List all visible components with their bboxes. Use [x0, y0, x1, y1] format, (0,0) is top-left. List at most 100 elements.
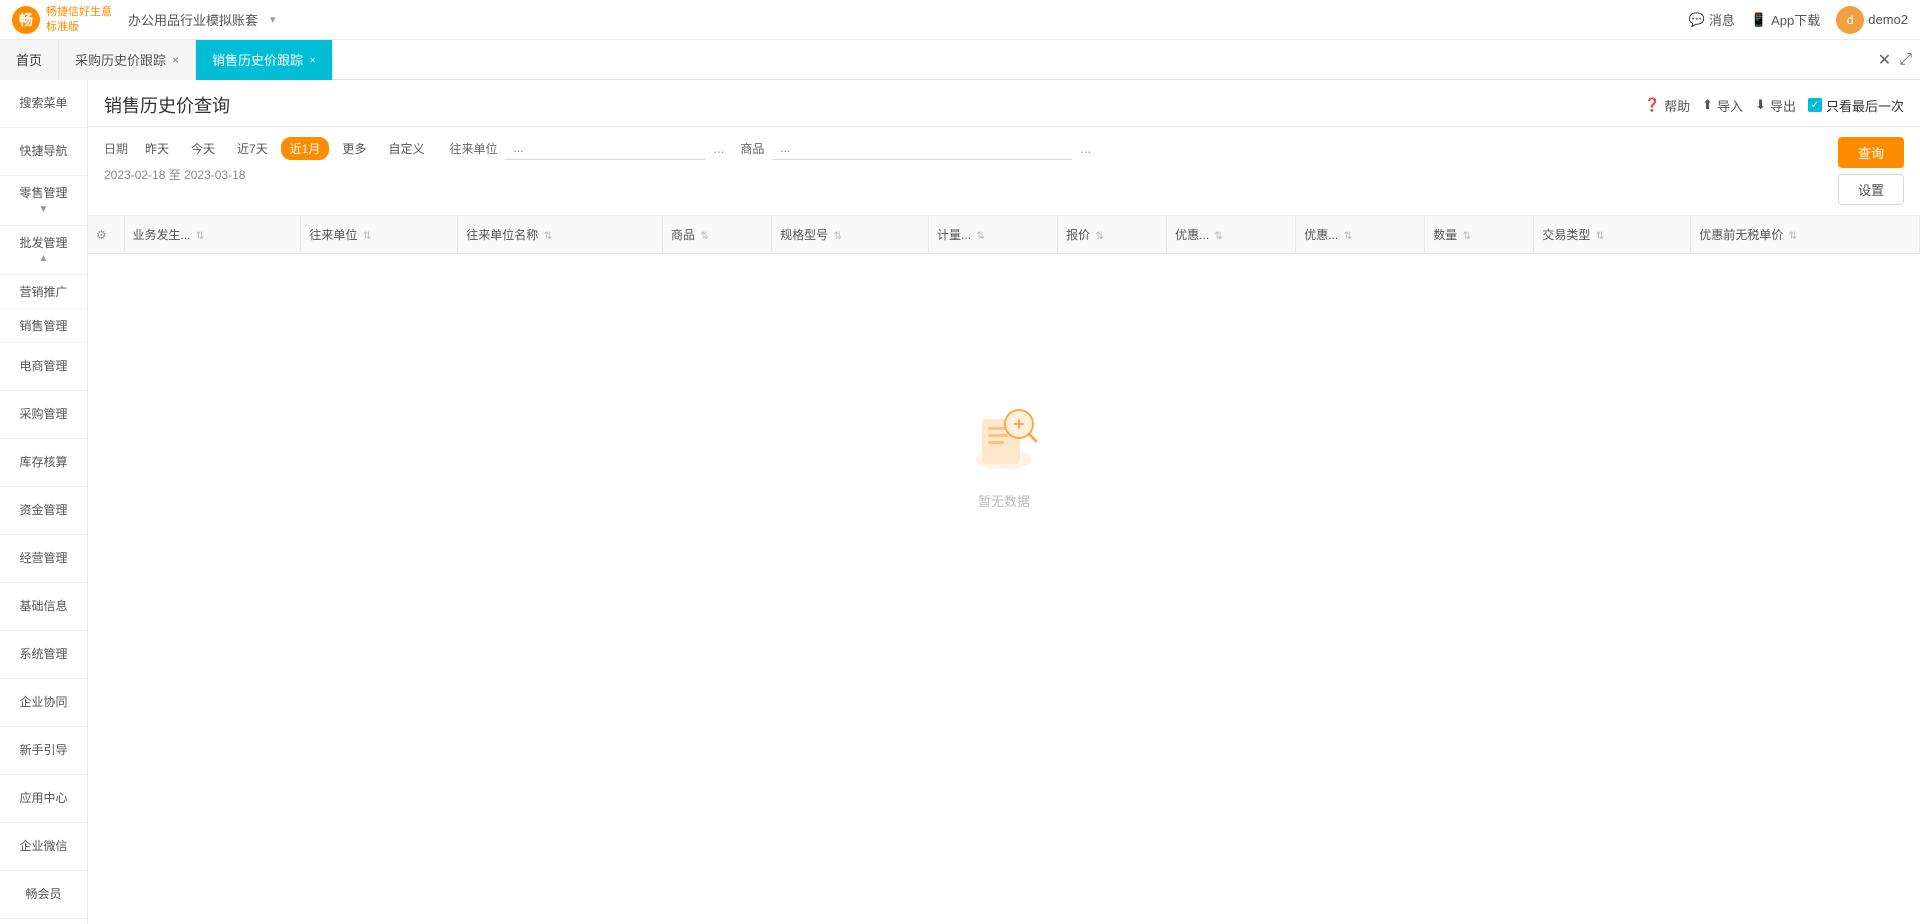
app-download-btn[interactable]: 📱 App下载 [1751, 10, 1820, 29]
date-btn-last7days[interactable]: 近7天 [228, 137, 277, 160]
partner-input[interactable] [505, 137, 705, 160]
sort-discount1: ⇅ [1215, 231, 1223, 242]
page-title: 销售历史价查询 [104, 92, 230, 118]
message-icon: 💬 [1689, 12, 1705, 28]
filter-product-group: 商品 ... [740, 137, 1091, 160]
top-bar: 畅 畅捷信好生意 标准版 办公用品行业模拟账套 ▾ 💬 消息 📱 App下载 d… [0, 0, 1920, 40]
sidebar-item-new-guide[interactable]: 新手引导 [0, 727, 87, 775]
th-partner-code[interactable]: 往来单位 ⇅ [301, 216, 458, 254]
partner-filter-label: 往来单位 [449, 140, 497, 157]
sidebar-item-enterprise-wechat[interactable]: 企业微信 [0, 823, 87, 871]
th-spec[interactable]: 规格型号 ⇅ [772, 216, 929, 254]
sort-product: ⇅ [700, 231, 708, 242]
sidebar-item-wholesale-mgmt[interactable]: 批发管理 ▲ [0, 226, 87, 276]
date-btn-more[interactable]: 更多 [333, 137, 375, 160]
filter-bar: 日期 昨天 今天 近7天 近1月 更多 自定义 2023-02-18 至 202… [88, 127, 1920, 216]
tab-sales-close[interactable]: × [309, 53, 316, 67]
sidebar-item-system-mgmt[interactable]: 系统管理 [0, 631, 87, 679]
sidebar-item-capital-mgmt[interactable]: 资金管理 [0, 487, 87, 535]
app-download-icon: 📱 [1751, 12, 1767, 28]
message-btn[interactable]: 💬 消息 [1689, 10, 1735, 29]
sidebar: 搜索菜单 快捷导航 零售管理 ▼ 批发管理 ▲ 营销推广 销售管理 电商管理 采… [0, 80, 88, 924]
tab-purchase-label: 采购历史价跟踪 [75, 50, 166, 69]
sidebar-item-app-center[interactable]: 应用中心 [0, 775, 87, 823]
page-header: 销售历史价查询 ❓ 帮助 ⬆ 导入 ⬇ 导出 ✓ 只看最后一次 [88, 80, 1920, 127]
app-title-dropdown[interactable]: ▾ [270, 13, 276, 26]
sidebar-item-enterprise-collab[interactable]: 企业协同 [0, 679, 87, 727]
th-product[interactable]: 商品 ⇅ [663, 216, 772, 254]
import-btn[interactable]: ⬆ 导入 [1702, 96, 1743, 115]
wholesale-mgmt-arrow: ▲ [39, 253, 49, 264]
partner-input-dots[interactable]: ... [713, 141, 724, 156]
sidebar-retail-mgmt-label: 零售管理 [19, 186, 67, 202]
date-btn-yesterday[interactable]: 昨天 [136, 137, 178, 160]
th-discount2[interactable]: 优惠... ⇅ [1296, 216, 1425, 254]
logo-area: 畅 畅捷信好生意 标准版 [12, 5, 112, 34]
sidebar-item-ops-mgmt[interactable]: 经营管理 [0, 535, 87, 583]
help-btn[interactable]: ❓ 帮助 [1644, 96, 1690, 115]
empty-text: 暂无数据 [978, 491, 1030, 510]
th-trade-type[interactable]: 交易类型 ⇅ [1534, 216, 1691, 254]
sidebar-item-search-menu[interactable]: 搜索菜单 [0, 80, 87, 128]
sidebar-search-menu-label: 搜索菜单 [19, 96, 67, 112]
sort-partner-name: ⇅ [544, 231, 552, 242]
sidebar-quick-nav-label: 快捷导航 [19, 144, 67, 160]
sort-discount2: ⇅ [1344, 231, 1352, 242]
user-area[interactable]: d demo2 [1836, 6, 1908, 34]
retail-mgmt-arrow: ▼ [39, 204, 49, 215]
sidebar-item-quick-nav[interactable]: 快捷导航 [0, 128, 87, 176]
tab-sales-history[interactable]: 销售历史价跟踪 × [196, 40, 333, 80]
sidebar-sub-sales-mgmt[interactable]: 销售管理 [0, 309, 87, 343]
sidebar-wholesale-mgmt-label: 批发管理 [19, 236, 67, 252]
import-icon: ⬆ [1702, 97, 1713, 113]
th-discount1[interactable]: 优惠... ⇅ [1167, 216, 1296, 254]
sidebar-item-base-info[interactable]: 基础信息 [0, 583, 87, 631]
logo-text: 畅捷信好生意 标准版 [46, 5, 112, 34]
th-unit[interactable]: 计量... ⇅ [929, 216, 1058, 254]
th-quote[interactable]: 报价 ⇅ [1058, 216, 1167, 254]
settings-button[interactable]: 设置 [1838, 174, 1904, 205]
filter-partner-group: 往来单位 ... [449, 137, 724, 160]
filter-date-group: 日期 昨天 今天 近7天 近1月 更多 自定义 [104, 137, 433, 160]
tab-bar: 首页 采购历史价跟踪 × 销售历史价跟踪 × ✕ ⤢ [0, 40, 1920, 80]
th-partner-name[interactable]: 往来单位名称 ⇅ [458, 216, 663, 254]
tab-sales-label: 销售历史价跟踪 [212, 50, 303, 69]
checkbox-checked-icon: ✓ [1808, 98, 1822, 112]
only-last-checkbox[interactable]: ✓ 只看最后一次 [1808, 96, 1904, 115]
tab-close-all-btn[interactable]: ✕ [1878, 50, 1891, 70]
filter-date-column: 日期 昨天 今天 近7天 近1月 更多 自定义 2023-02-18 至 202… [104, 137, 433, 183]
export-btn[interactable]: ⬇ 导出 [1755, 96, 1796, 115]
sort-biz-date: ⇅ [196, 231, 204, 242]
gear-icon[interactable]: ⚙ [96, 228, 107, 242]
sort-no-tax-price: ⇅ [1789, 231, 1797, 242]
sort-trade-type: ⇅ [1596, 231, 1604, 242]
tab-home[interactable]: 首页 [0, 40, 59, 80]
tab-purchase-history[interactable]: 采购历史价跟踪 × [59, 40, 196, 80]
th-biz-date[interactable]: 业务发生... ⇅ [124, 216, 301, 254]
sidebar-item-ecommerce-mgmt[interactable]: 电商管理 [0, 343, 87, 391]
app-title: 办公用品行业模拟账套 [128, 10, 258, 29]
sidebar-item-inventory[interactable]: 库存核算 [0, 439, 87, 487]
sidebar-item-purchase-mgmt[interactable]: 采购管理 [0, 391, 87, 439]
th-qty[interactable]: 数量 ⇅ [1425, 216, 1534, 254]
date-btn-today[interactable]: 今天 [182, 137, 224, 160]
product-input-dots[interactable]: ... [1080, 141, 1091, 156]
query-button[interactable]: 查询 [1838, 137, 1904, 168]
sidebar-item-retail-mgmt[interactable]: 零售管理 ▼ [0, 176, 87, 226]
product-input[interactable] [772, 137, 1072, 160]
date-filter-label: 日期 [104, 140, 128, 157]
sort-partner-code: ⇅ [363, 231, 371, 242]
th-gear[interactable]: ⚙ [88, 216, 124, 254]
help-icon: ❓ [1644, 97, 1660, 113]
avatar: d [1836, 6, 1864, 34]
logo-icon: 畅 [12, 6, 40, 34]
sidebar-item-member[interactable]: 畅会员 [0, 871, 87, 919]
sidebar-sub-marketing[interactable]: 营销推广 [0, 275, 87, 309]
tab-maximize-btn[interactable]: ⤢ [1899, 51, 1912, 69]
table-header-row: ⚙ 业务发生... ⇅ 往来单位 ⇅ 往来单位名称 ⇅ [88, 216, 1920, 254]
date-btn-last1month[interactable]: 近1月 [281, 137, 330, 160]
th-no-tax-price[interactable]: 优惠前无税单价 ⇅ [1691, 216, 1920, 254]
date-btn-custom[interactable]: 自定义 [379, 137, 433, 160]
tab-purchase-close[interactable]: × [172, 53, 179, 67]
main-layout: 搜索菜单 快捷导航 零售管理 ▼ 批发管理 ▲ 营销推广 销售管理 电商管理 采… [0, 80, 1920, 924]
